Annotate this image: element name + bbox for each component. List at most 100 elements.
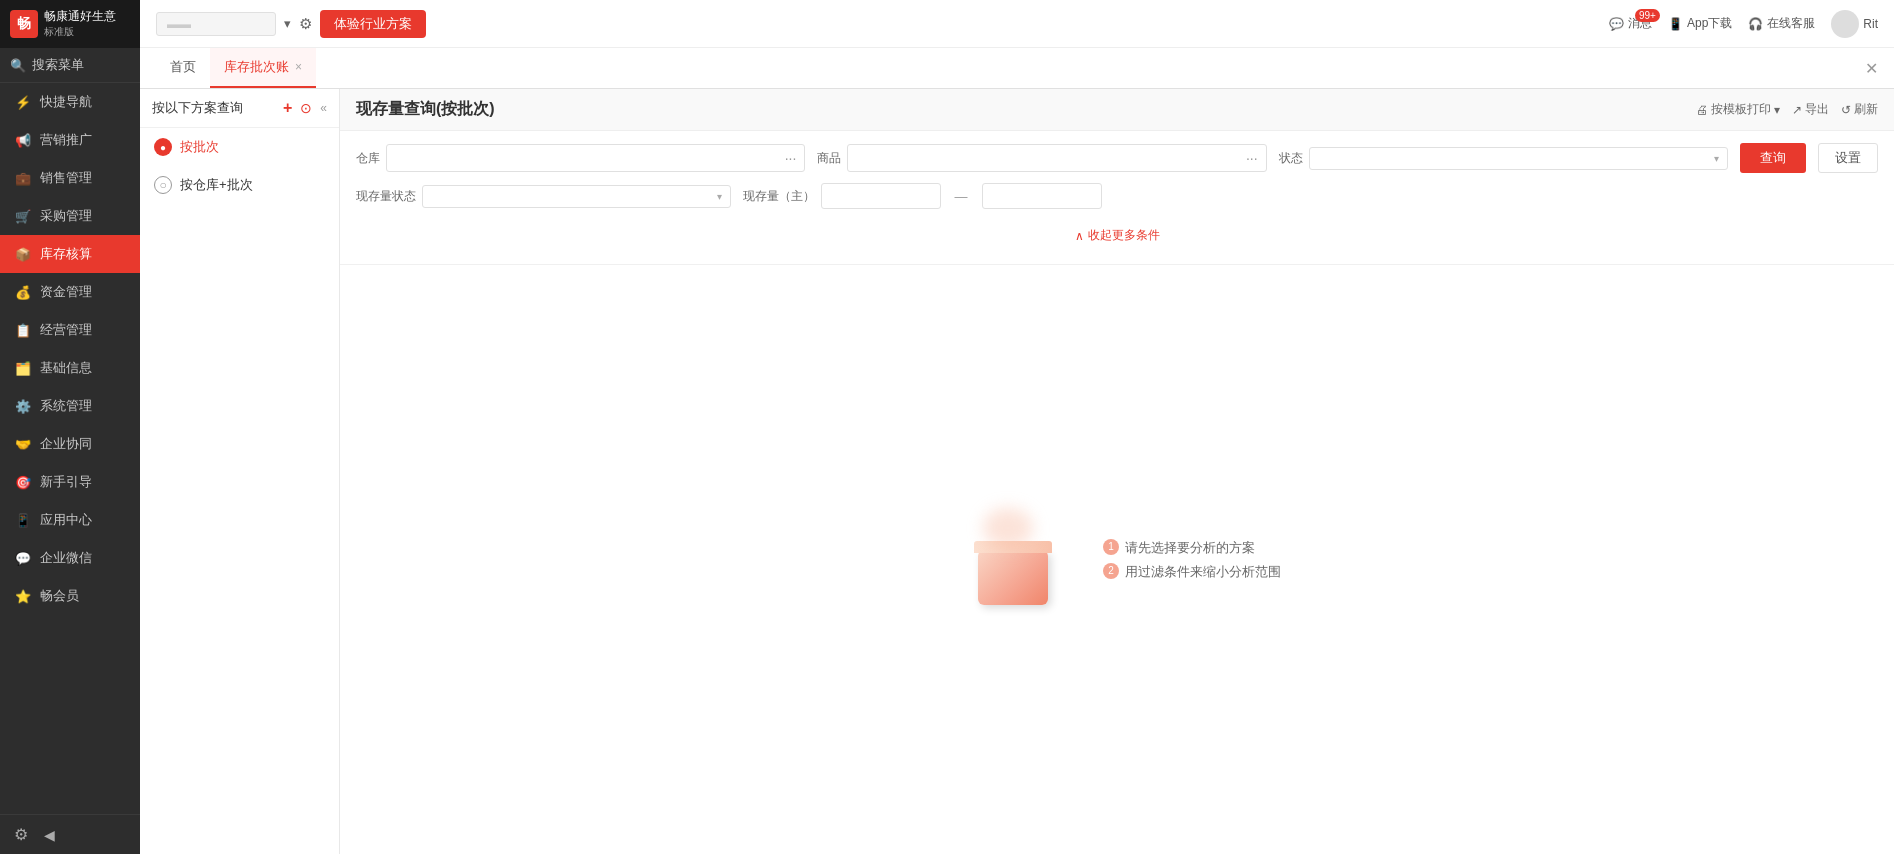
empty-state: 1 请先选择要分析的方案 2 用过滤条件来缩小分析范围 (340, 265, 1894, 854)
sidebar-item-sales[interactable]: 💼 销售管理 (0, 159, 140, 197)
sidebar-bottom: ⚙ ◀ (0, 814, 140, 854)
app-download-item[interactable]: 📱 App下载 (1668, 15, 1732, 32)
sidebar-search-item[interactable]: 🔍 搜索菜单 (0, 48, 140, 83)
messages-item[interactable]: 💬 消息 99+ (1609, 15, 1652, 32)
topbar-gear-icon[interactable]: ⚙ (299, 15, 312, 33)
stock-status-select[interactable]: ▾ (422, 185, 731, 208)
sidebar-item-label: 企业微信 (40, 549, 92, 567)
sidebar-item-marketing[interactable]: 📢 营销推广 (0, 121, 140, 159)
tab-active-label: 库存批次账 (224, 58, 289, 76)
collapse-more-btn[interactable]: ∧ 收起更多条件 (356, 219, 1878, 252)
sidebar-item-label: 资金管理 (40, 283, 92, 301)
sidebar-header: 畅 畅康通好生意 标准版 (0, 0, 140, 48)
sidebar-item-apps[interactable]: 📱 应用中心 (0, 501, 140, 539)
print-dropdown-icon[interactable]: ▾ (1774, 103, 1780, 117)
filter-stock-status: 现存量状态 ▾ (356, 185, 731, 208)
hint-1-text: 请先选择要分析的方案 (1125, 539, 1255, 557)
system-icon: ⚙️ (14, 397, 32, 415)
warehouse-label: 仓库 (356, 150, 380, 167)
collapse-label: 收起更多条件 (1088, 227, 1160, 244)
sidebar-item-member[interactable]: ⭐ 畅会员 (0, 577, 140, 615)
title-actions: 🖨 按模板打印 ▾ ↗ 导出 ↺ 刷新 (1696, 101, 1878, 118)
sidebar-item-finance[interactable]: 💰 资金管理 (0, 273, 140, 311)
product-input[interactable]: ··· (847, 144, 1266, 172)
messages-badge: 99+ (1635, 9, 1660, 22)
print-action[interactable]: 🖨 按模板打印 ▾ (1696, 101, 1780, 118)
app-subtitle: 标准版 (44, 25, 116, 39)
scheme-by-warehouse-batch[interactable]: ○ 按仓库+批次 (140, 166, 339, 204)
refresh-action[interactable]: ↺ 刷新 (1841, 101, 1878, 118)
tab-inventory-batch[interactable]: 库存批次账 × (210, 48, 316, 88)
status-select[interactable]: ▾ (1309, 147, 1728, 170)
query-button[interactable]: 查询 (1740, 143, 1806, 173)
hint-2: 2 用过滤条件来缩小分析范围 (1103, 563, 1281, 581)
add-scheme-button[interactable]: + (283, 99, 292, 117)
export-icon: ↗ (1792, 103, 1802, 117)
filter-stock-qty: 现存量（主） — (743, 183, 1118, 209)
messages-icon: 💬 (1609, 17, 1624, 31)
sidebar-settings-icon[interactable]: ⚙ (14, 825, 28, 844)
app-logo: 畅 (10, 10, 38, 38)
collapse-panel-icon[interactable]: « (320, 101, 327, 115)
hint-2-num: 2 (1103, 563, 1119, 579)
filter-bar: 仓库 ··· 商品 ··· 状态 (340, 131, 1894, 265)
sidebar-item-system[interactable]: ⚙️ 系统管理 (0, 387, 140, 425)
app-title: 畅康通好生意 (44, 9, 116, 25)
sidebar-item-label: 销售管理 (40, 169, 92, 187)
sales-icon: 💼 (14, 169, 32, 187)
sidebar-collapse-icon[interactable]: ◀ (44, 827, 55, 843)
main-area: ▬▬ ▾ ⚙ 体验行业方案 💬 消息 99+ 📱 App下载 🎧 在线客服 Ri (140, 0, 1894, 854)
scheme-settings-icon[interactable]: ⊙ (300, 100, 312, 116)
user-avatar (1831, 10, 1859, 38)
topbar-dropdown-icon[interactable]: ▾ (284, 16, 291, 31)
warehouse-input[interactable]: ··· (386, 144, 805, 172)
filter-row-2: 现存量状态 ▾ 现存量（主） — (356, 183, 1878, 209)
scheme-dot-inactive: ○ (154, 176, 172, 194)
tab-close-icon[interactable]: × (295, 60, 302, 74)
hint-2-text: 用过滤条件来缩小分析范围 (1125, 563, 1281, 581)
sidebar-item-label: 快捷导航 (40, 93, 92, 111)
sidebar-item-inventory[interactable]: 📦 库存核算 (0, 235, 140, 273)
sidebar-item-label: 企业协同 (40, 435, 92, 453)
app-download-icon: 📱 (1668, 17, 1683, 31)
product-label: 商品 (817, 150, 841, 167)
finance-icon: 💰 (14, 283, 32, 301)
sidebar-item-shortcuts[interactable]: ⚡ 快捷导航 (0, 83, 140, 121)
stock-qty-label: 现存量（主） (743, 188, 815, 205)
hint-1: 1 请先选择要分析的方案 (1103, 539, 1281, 557)
online-service-item[interactable]: 🎧 在线客服 (1748, 15, 1815, 32)
product-dots[interactable]: ··· (1246, 150, 1258, 166)
sidebar-item-basics[interactable]: 🗂️ 基础信息 (0, 349, 140, 387)
sidebar-item-newbie[interactable]: 🎯 新手引导 (0, 463, 140, 501)
scheme-by-batch[interactable]: ● 按批次 (140, 128, 339, 166)
empty-illustration (953, 500, 1073, 620)
tabs-bar: 首页 库存批次账 × ✕ (140, 48, 1894, 89)
stock-qty-max-input[interactable] (982, 183, 1102, 209)
content-area: 按以下方案查询 + ⊙ « ● 按批次 ○ 按仓库+批次 现存量查询(按批次) (140, 89, 1894, 854)
sidebar-item-label: 应用中心 (40, 511, 92, 529)
tab-home[interactable]: 首页 (156, 48, 210, 88)
warehouse-dots[interactable]: ··· (785, 150, 797, 166)
sidebar-item-label: 经营管理 (40, 321, 92, 339)
print-icon: 🖨 (1696, 103, 1708, 117)
sidebar-item-wechat[interactable]: 💬 企业微信 (0, 539, 140, 577)
sidebar-item-operations[interactable]: 📋 经营管理 (0, 311, 140, 349)
sidebar-item-enterprise[interactable]: 🤝 企业协同 (0, 425, 140, 463)
sidebar-item-label: 基础信息 (40, 359, 92, 377)
inventory-icon: 📦 (14, 245, 32, 263)
status-chevron-icon: ▾ (1714, 153, 1719, 164)
topbar: ▬▬ ▾ ⚙ 体验行业方案 💬 消息 99+ 📱 App下载 🎧 在线客服 Ri (140, 0, 1894, 48)
settings-button[interactable]: 设置 (1818, 143, 1878, 173)
shortcuts-icon: ⚡ (14, 93, 32, 111)
sidebar-item-purchase[interactable]: 🛒 采购管理 (0, 197, 140, 235)
box-glow (983, 508, 1033, 548)
topbar-search-box[interactable]: ▬▬ (156, 12, 276, 36)
left-panel: 按以下方案查询 + ⊙ « ● 按批次 ○ 按仓库+批次 (140, 89, 340, 854)
tab-home-label: 首页 (170, 58, 196, 76)
panel-close-button[interactable]: ✕ (1865, 59, 1878, 78)
stock-qty-min-input[interactable] (821, 183, 941, 209)
sidebar-item-label: 畅会员 (40, 587, 79, 605)
experience-button[interactable]: 体验行业方案 (320, 10, 426, 38)
user-item[interactable]: Rit (1831, 10, 1878, 38)
export-action[interactable]: ↗ 导出 (1792, 101, 1829, 118)
